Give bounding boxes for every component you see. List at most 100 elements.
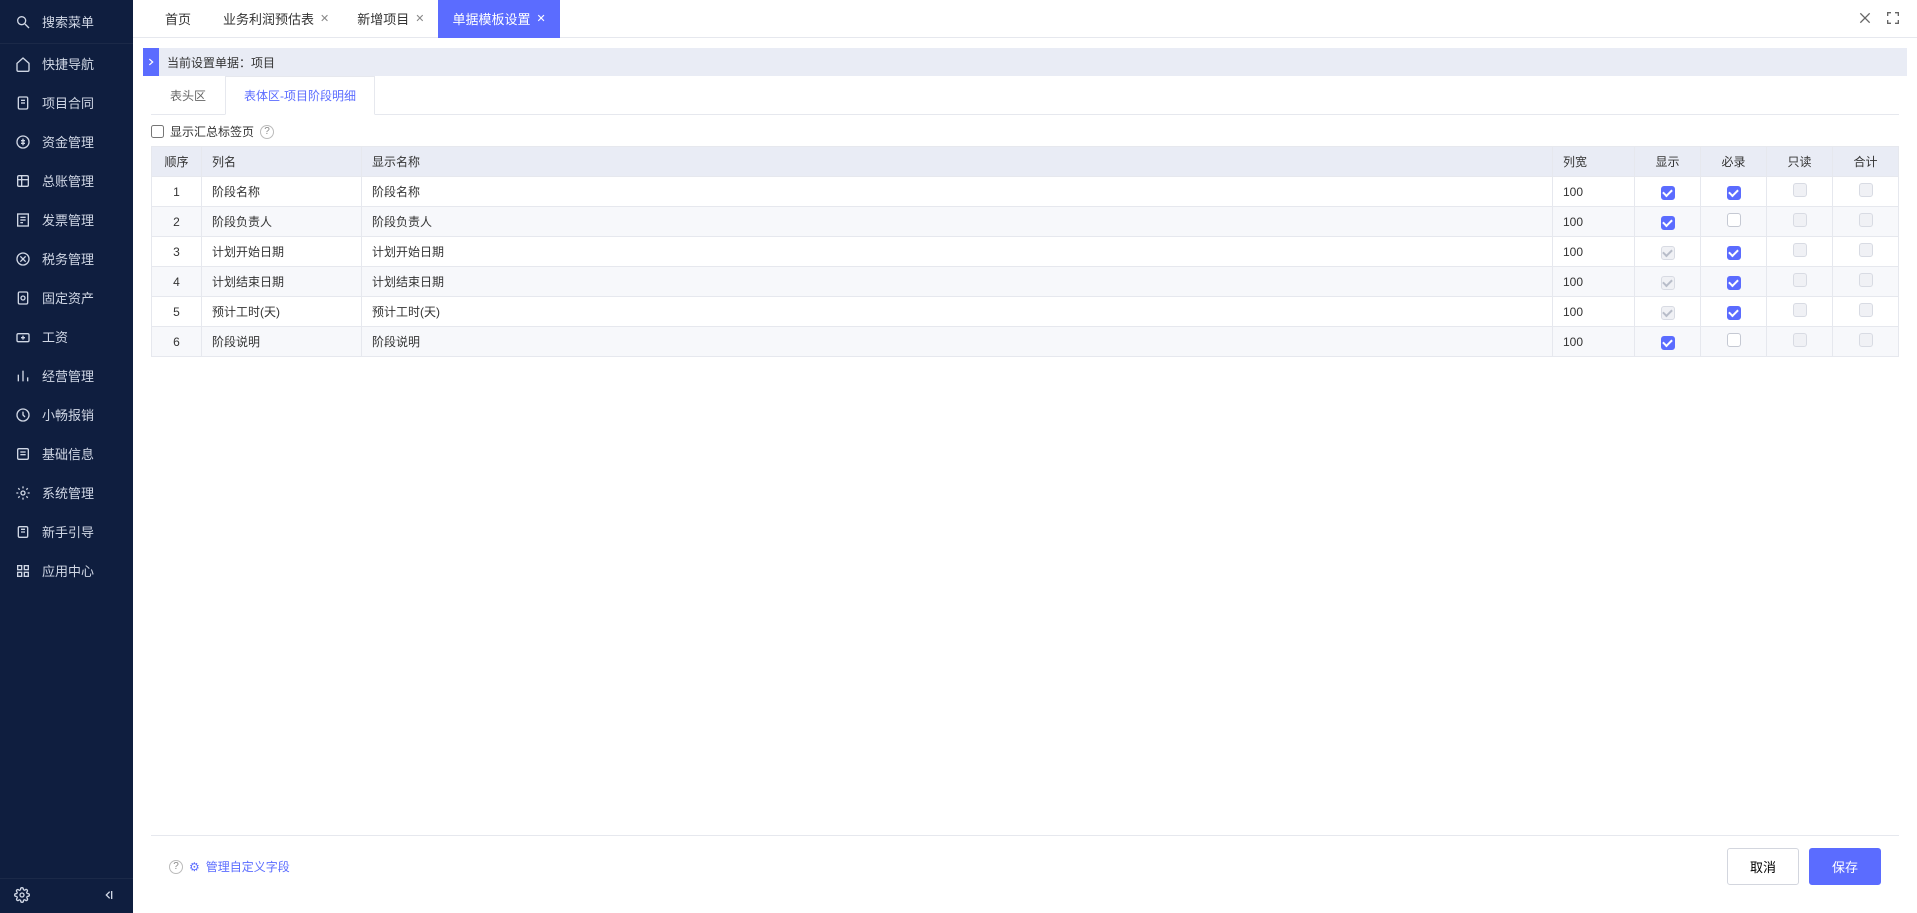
cell-display[interactable]: 计划开始日期 [362,237,1553,267]
sidebar-item-tax[interactable]: 税务管理 [0,239,133,278]
sidebar-item-invoice[interactable]: 发票管理 [0,200,133,239]
sidebar-item-expense[interactable]: 小畅报销 [0,395,133,434]
manage-fields-link[interactable]: 管理自定义字段 [206,858,290,875]
cell-display[interactable]: 计划结束日期 [362,267,1553,297]
cell-width[interactable]: 100 [1553,297,1635,327]
table-row: 3计划开始日期计划开始日期100 [152,237,1899,267]
checkbox[interactable] [1727,186,1741,200]
sidebar-item-apps[interactable]: 应用中心 [0,551,133,590]
table-row: 6阶段说明阶段说明100 [152,327,1899,357]
checkbox [1793,273,1807,287]
help-icon[interactable]: ? [169,860,183,874]
checkbox[interactable] [1727,333,1741,347]
footer-left: ? ⚙ 管理自定义字段 [169,858,290,875]
close-all-icon[interactable] [1857,10,1875,28]
tab-home[interactable]: 首页 [147,0,209,38]
th-seq: 顺序 [152,147,202,177]
checkbox [1661,306,1675,320]
sidebar-item-contract[interactable]: 项目合同 [0,83,133,122]
sidebar-item-system[interactable]: 系统管理 [0,473,133,512]
cell-readonly [1767,207,1833,237]
close-icon[interactable]: ✕ [320,12,329,25]
fullscreen-icon[interactable] [1885,10,1903,28]
cell-readonly [1767,297,1833,327]
checkbox[interactable] [1661,336,1675,350]
cell-seq: 1 [152,177,202,207]
sidebar-item-funds[interactable]: 资金管理 [0,122,133,161]
tab-label: 单据模板设置 [452,9,530,28]
sidebar-item-ledger[interactable]: 总账管理 [0,161,133,200]
cell-display[interactable]: 阶段负责人 [362,207,1553,237]
sidebar-item-label: 应用中心 [42,561,94,580]
sidebar-item-label: 固定资产 [42,288,94,307]
cancel-button[interactable]: 取消 [1727,848,1799,885]
sidebar-item-basic[interactable]: 基础信息 [0,434,133,473]
tab-new-project[interactable]: 新增项目 ✕ [343,0,438,38]
sidebar-item-label: 工资 [42,327,68,346]
cell-display[interactable]: 阶段说明 [362,327,1553,357]
file-icon [14,94,32,112]
cell-width[interactable]: 100 [1553,207,1635,237]
collapse-icon[interactable] [101,887,119,905]
cell-required [1701,177,1767,207]
cell-required [1701,237,1767,267]
checkbox[interactable] [1727,276,1741,290]
cell-total [1833,207,1899,237]
sidebar-list: 快捷导航 项目合同 资金管理 总账管理 发票管理 税务管理 固定资产 工资 经营… [0,44,133,878]
checkbox[interactable] [1727,213,1741,227]
checkbox [1859,273,1873,287]
close-icon[interactable]: ✕ [537,12,546,25]
tab-label: 业务利润预估表 [223,9,314,28]
cell-width[interactable]: 100 [1553,327,1635,357]
context-expand-icon[interactable] [143,48,159,76]
close-icon[interactable]: ✕ [415,12,424,25]
th-colname: 列名 [202,147,362,177]
cell-show [1635,177,1701,207]
search-menu[interactable]: 搜索菜单 [0,0,133,44]
cell-total [1833,327,1899,357]
tab-label: 新增项目 [357,9,409,28]
cell-width[interactable]: 100 [1553,177,1635,207]
help-icon[interactable]: ? [260,125,274,139]
info-icon [14,445,32,463]
sidebar-item-label: 总账管理 [42,171,94,190]
sidebar-item-label: 发票管理 [42,210,94,229]
cell-readonly [1767,267,1833,297]
sidebar-item-quicknav[interactable]: 快捷导航 [0,44,133,83]
tabbar-right [1857,10,1917,28]
cell-readonly [1767,327,1833,357]
checkbox[interactable] [1661,216,1675,230]
main: 首页 业务利润预估表✕ 新增项目✕ 单据模板设置✕ 当前设置单据：项目 表头区 … [133,0,1917,913]
cell-display[interactable]: 阶段名称 [362,177,1553,207]
settings-icon[interactable] [14,887,32,905]
sidebar-item-label: 小畅报销 [42,405,94,424]
th-show: 显示 [1635,147,1701,177]
inner-tab-header[interactable]: 表头区 [151,76,225,114]
cell-display[interactable]: 预计工时(天) [362,297,1553,327]
cell-total [1833,177,1899,207]
show-total-checkbox[interactable] [151,125,164,138]
sidebar-item-guide[interactable]: 新手引导 [0,512,133,551]
sidebar-item-salary[interactable]: 工资 [0,317,133,356]
cell-total [1833,267,1899,297]
sidebar-item-label: 项目合同 [42,93,94,112]
cell-width[interactable]: 100 [1553,267,1635,297]
context-bar: 当前设置单据：项目 [143,48,1907,76]
gear-icon [14,484,32,502]
sidebar-item-operation[interactable]: 经营管理 [0,356,133,395]
inner-tab-body[interactable]: 表体区-项目阶段明细 [225,76,375,115]
money-icon [14,133,32,151]
tab-profit-estimate[interactable]: 业务利润预估表 ✕ [209,0,343,38]
save-button[interactable]: 保存 [1809,848,1881,885]
checkbox[interactable] [1661,186,1675,200]
checkbox [1793,243,1807,257]
sidebar-item-assets[interactable]: 固定资产 [0,278,133,317]
cell-width[interactable]: 100 [1553,237,1635,267]
checkbox [1859,183,1873,197]
cell-colname: 阶段负责人 [202,207,362,237]
tab-template-settings[interactable]: 单据模板设置 ✕ [438,0,559,38]
checkbox[interactable] [1727,306,1741,320]
cell-show [1635,327,1701,357]
tab-label: 首页 [165,9,191,28]
checkbox[interactable] [1727,246,1741,260]
